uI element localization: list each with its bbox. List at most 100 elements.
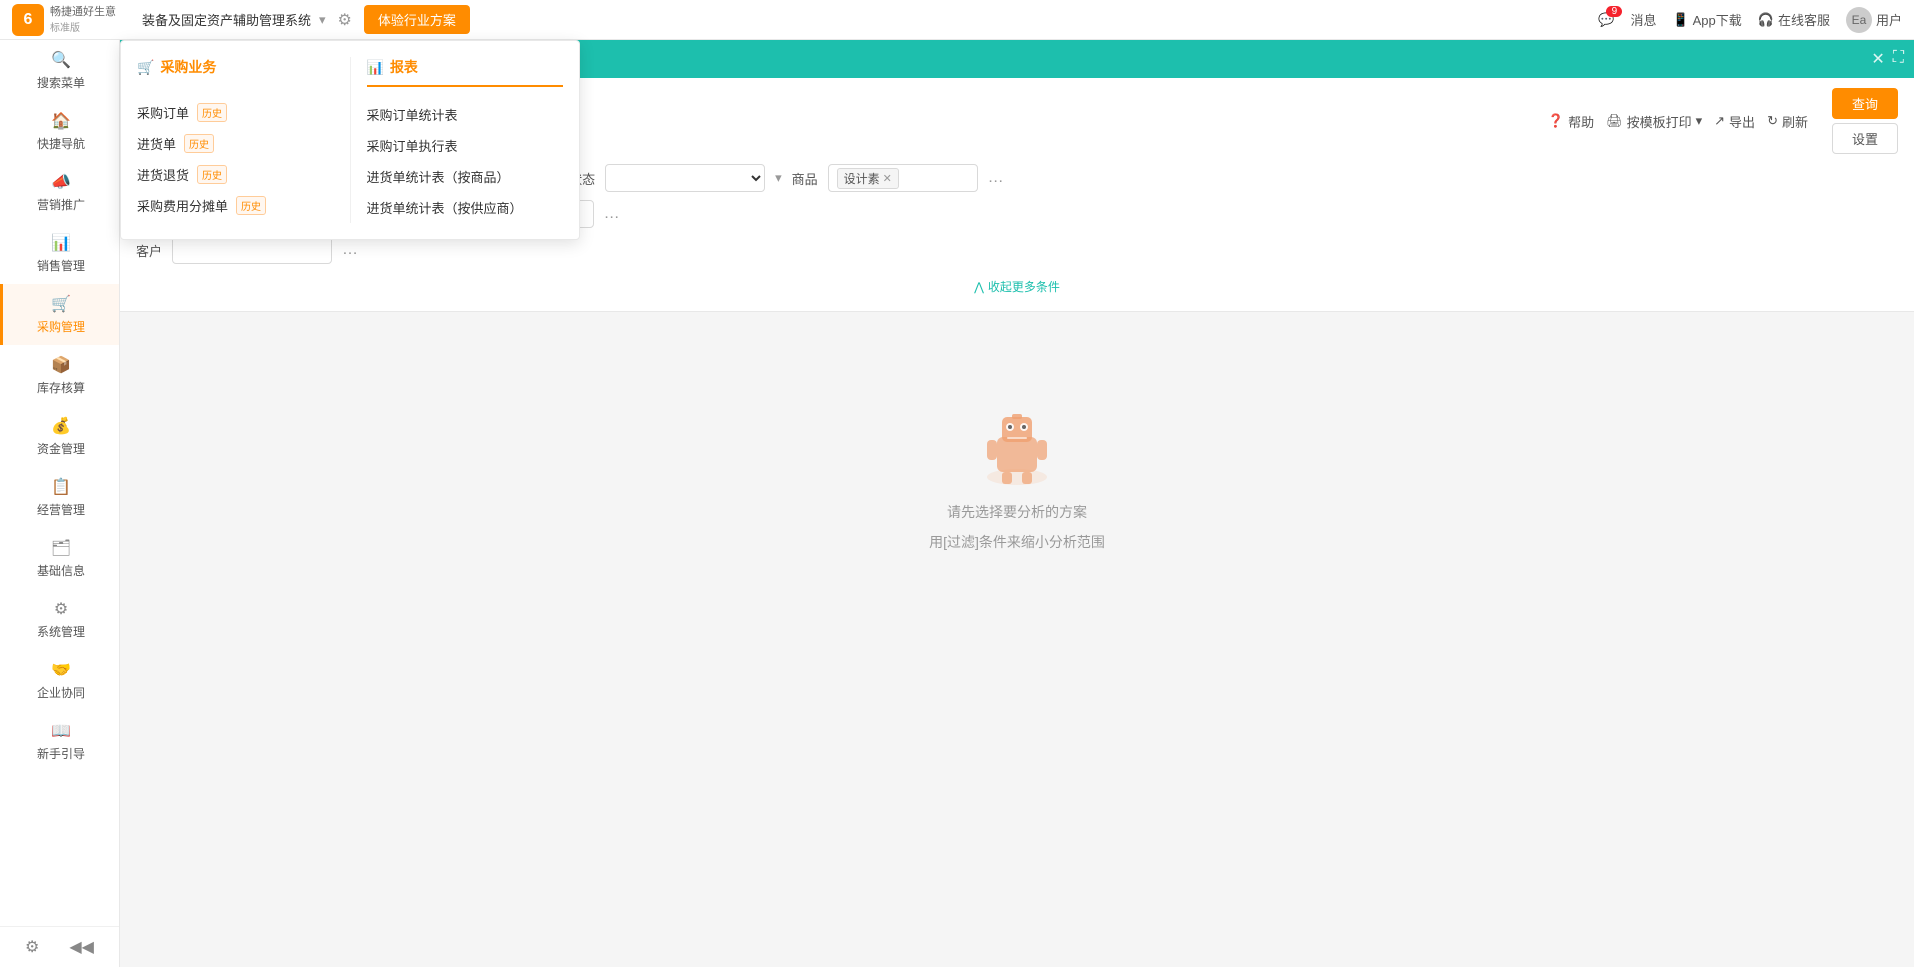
tab-bar: 首页 销售排行榜 ✕ ✕ ⛶: [120, 40, 1914, 78]
salesperson-input[interactable]: [434, 200, 594, 228]
sidebar-item-search[interactable]: 🔍 搜索菜单: [0, 40, 119, 101]
logo-text-wrap: 畅捷通好生意 标准版: [50, 5, 116, 34]
refresh-label: 刷新: [1782, 112, 1808, 131]
settings-button[interactable]: 设置: [1832, 123, 1898, 154]
search-icon: 🔍: [51, 50, 71, 70]
nav-title: 装备及固定资产辅助管理系统: [142, 10, 311, 29]
settings-bottom-icon[interactable]: ⚙: [25, 937, 39, 957]
sidebar-label-collab: 企业协同: [37, 684, 85, 701]
rank-dropdown-icon: ▾: [368, 206, 375, 222]
collapse-icon: ⋀: [974, 280, 984, 294]
trial-button[interactable]: 体验行业方案: [364, 5, 470, 34]
date-label: 日期: [136, 169, 162, 188]
tab-sales-rank-label: 销售排行榜: [198, 50, 263, 69]
tab-bar-right: ✕ ⛶: [1871, 49, 1904, 69]
tab-sales-rank[interactable]: 销售排行榜 ✕: [184, 44, 293, 75]
empty-illustration: [967, 392, 1067, 492]
goods-label: 商品: [792, 169, 818, 188]
goods-dots[interactable]: …: [988, 169, 1004, 187]
customer-input[interactable]: [172, 236, 332, 264]
sidebar-item-collab[interactable]: 🤝 企业协同: [0, 650, 119, 711]
system-icon: ⚙: [54, 599, 68, 619]
online-service[interactable]: 🎧 在线客服: [1758, 10, 1830, 29]
date-end-input[interactable]: [304, 164, 424, 192]
print-btn[interactable]: 🖨 按模板打印 ▾: [1606, 112, 1702, 131]
logo-subtitle: 标准版: [50, 19, 116, 34]
customer-label: 客户: [136, 241, 162, 260]
sidebar-label-purchase: 采购管理: [37, 318, 85, 335]
export-icon: ↗: [1714, 113, 1725, 129]
top-right: 💬 9 消息 📱 App下载 🎧 在线客服 Ea 用户: [1598, 7, 1902, 33]
user-label: 用户: [1876, 10, 1902, 29]
sidebar-item-sales[interactable]: 📊 销售管理: [0, 223, 119, 284]
collapse-sidebar-icon[interactable]: ◀◀: [69, 937, 94, 957]
goods-tag-close[interactable]: ✕: [883, 172, 892, 185]
sidebar-item-finance[interactable]: 💰 资金管理: [0, 406, 119, 467]
goods-tag: 设计素 ✕: [837, 168, 899, 189]
marketing-icon: 📣: [51, 172, 71, 192]
sidebar-label-inventory: 库存核算: [37, 379, 85, 396]
tab-expand-icon[interactable]: ⛶: [1893, 49, 1904, 69]
user-avatar: Ea: [1846, 7, 1872, 33]
app-download[interactable]: 📱 App下载: [1672, 10, 1741, 29]
collapse-button[interactable]: ⋀ 收起更多条件: [136, 272, 1898, 301]
nav-dropdown-icon[interactable]: ▾: [319, 12, 326, 28]
sidebar-item-guide[interactable]: 📖 新手引导: [0, 711, 119, 772]
message-icon-wrap[interactable]: 💬 9: [1598, 12, 1614, 28]
status-select[interactable]: [605, 164, 765, 192]
help-btn[interactable]: ❓ 帮助: [1548, 112, 1594, 131]
service-label: 在线客服: [1778, 10, 1830, 29]
sidebar-item-marketing[interactable]: 📣 营销推广: [0, 162, 119, 223]
sidebar-item-purchase[interactable]: 🛒 采购管理: [0, 284, 119, 345]
refresh-icon: ↻: [1767, 113, 1778, 129]
tab-home-label: 首页: [144, 50, 170, 69]
goods-tag-text: 设计素: [844, 170, 880, 187]
print-dropdown-icon: ▾: [1696, 113, 1703, 129]
message-badge: 9: [1606, 6, 1622, 17]
nav-settings-icon[interactable]: ⚙: [338, 10, 352, 30]
top-bar: 6 畅捷通好生意 标准版 装备及固定资产辅助管理系统 ▾ ⚙ 体验行业方案 💬 …: [0, 0, 1914, 40]
shortcut-custom[interactable]: 自定义: [497, 170, 533, 187]
tab-home[interactable]: 首页: [130, 44, 184, 75]
tab-close-icon[interactable]: ✕: [269, 52, 279, 66]
goods-input[interactable]: 设计素 ✕: [828, 164, 978, 192]
rank-select[interactable]: 金额: [198, 200, 358, 228]
salesperson-label: 业务员: [385, 205, 424, 224]
logo-icon: 6: [12, 4, 44, 36]
sales-icon: 📊: [51, 233, 71, 253]
inventory-icon: 📦: [51, 355, 71, 375]
help-icon: ❓: [1548, 113, 1564, 129]
sidebar-label-search: 搜索菜单: [37, 74, 85, 91]
date-start-input[interactable]: [172, 164, 292, 192]
main-layout: 🔍 搜索菜单 🏠 快捷导航 📣 营销推广 📊 销售管理 🛒 采购管理 📦 库存核…: [0, 40, 1914, 967]
sidebar-label-system: 系统管理: [37, 623, 85, 640]
export-btn[interactable]: ↗ 导出: [1714, 112, 1755, 131]
shortcut-more[interactable]: 更多: [469, 170, 493, 187]
sidebar-item-inventory[interactable]: 📦 库存核算: [0, 345, 119, 406]
sidebar-item-system[interactable]: ⚙ 系统管理: [0, 589, 119, 650]
operations-icon: 📋: [51, 477, 71, 497]
sidebar-item-nav[interactable]: 🏠 快捷导航: [0, 101, 119, 162]
status-dropdown-icon: ▾: [775, 170, 782, 186]
sidebar-label-guide: 新手引导: [37, 745, 85, 762]
rank-label: 排名项目: [136, 205, 188, 224]
purchase-icon: 🛒: [51, 294, 71, 314]
tab-close-all-icon[interactable]: ✕: [1871, 49, 1884, 69]
salesperson-dots[interactable]: …: [604, 205, 620, 223]
date-range: -: [172, 164, 424, 192]
user-menu[interactable]: Ea 用户: [1846, 7, 1902, 33]
empty-state: 请先选择要分析的方案 用[过滤]条件来缩小分析范围: [120, 312, 1914, 632]
sidebar-item-operations[interactable]: 📋 经营管理: [0, 467, 119, 528]
customer-dots[interactable]: …: [342, 241, 358, 259]
collapse-label: 收起更多条件: [988, 278, 1060, 295]
refresh-btn[interactable]: ↻ 刷新: [1767, 112, 1808, 131]
sidebar-label-operations: 经营管理: [37, 501, 85, 518]
filter-area: ❓ 帮助 🖨 按模板打印 ▾ ↗ 导出 ↻ 刷新: [120, 78, 1914, 312]
shortcut-7days[interactable]: 近7天: [434, 170, 465, 187]
query-button[interactable]: 查询: [1832, 88, 1898, 119]
guide-icon: 📖: [51, 721, 71, 741]
filter-row-1: 日期 - 近7天 更多 自定义 单据状态 ▾: [136, 164, 1898, 192]
sidebar-item-basic[interactable]: 🗂 基础信息: [0, 528, 119, 589]
status-label: 单据状态: [543, 169, 595, 188]
message-label[interactable]: 消息: [1630, 10, 1656, 29]
